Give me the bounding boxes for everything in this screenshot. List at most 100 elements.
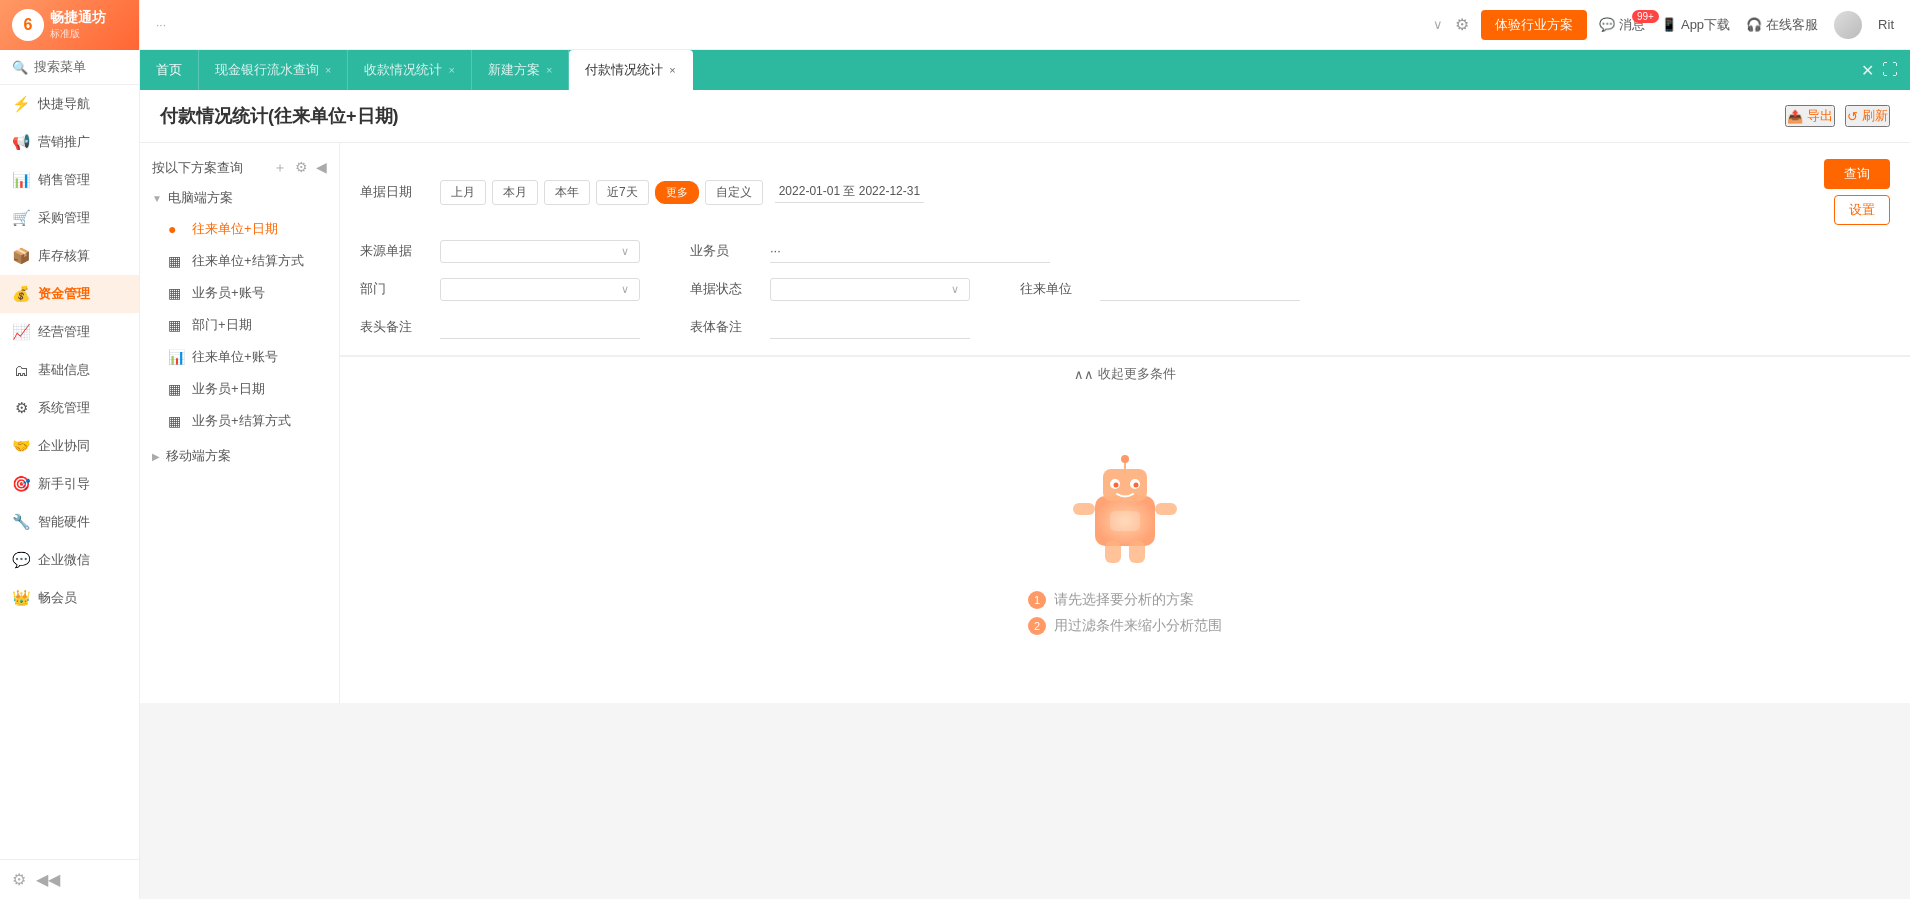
svg-rect-10: [1105, 541, 1121, 563]
page-header-actions: 📤 导出 ↺ 刷新: [1785, 105, 1890, 127]
panel-add-btn[interactable]: ＋: [273, 159, 287, 177]
doc-status-select[interactable]: ∨: [770, 278, 970, 301]
purchase-icon: 🛒: [12, 209, 30, 227]
tab-close-all-icon[interactable]: ✕: [1861, 61, 1874, 80]
user-avatar: [1834, 11, 1862, 39]
query-btn[interactable]: 查询: [1824, 159, 1890, 189]
plan-icon: ▦: [168, 253, 184, 269]
sidebar-item-member[interactable]: 👑 畅会员: [0, 579, 139, 617]
left-panel: 按以下方案查询 ＋ ⚙ ◀ ▼ 电脑端方案 ● 往来单位+日期: [140, 143, 340, 703]
counterpart-input[interactable]: [1100, 277, 1300, 301]
date-btn-last-month[interactable]: 上月: [440, 180, 486, 205]
table-header-note-input[interactable]: [440, 315, 640, 339]
arrow-down-icon: ▼: [152, 193, 162, 204]
salesman-filter-label: 业务员: [690, 242, 750, 260]
operation-icon: 📈: [12, 323, 30, 341]
tab-payment-close[interactable]: ×: [669, 64, 675, 76]
sidebar-item-purchase[interactable]: 🛒 采购管理: [0, 199, 139, 237]
sidebar-item-label: 销售管理: [38, 171, 90, 189]
sidebar-item-basic[interactable]: 🗂 基础信息: [0, 351, 139, 389]
sidebar-item-enterprise[interactable]: 🤝 企业协同: [0, 427, 139, 465]
sidebar-item-quick-nav[interactable]: ⚡ 快捷导航: [0, 85, 139, 123]
main-content: ··· ∨ ⚙ 体验行业方案 💬 消息 99+ 📱 App下载 🎧 在线客服 R…: [140, 0, 1910, 899]
sidebar-item-marketing[interactable]: 📢 营销推广: [0, 123, 139, 161]
sidebar-item-hardware[interactable]: 🔧 智能硬件: [0, 503, 139, 541]
collapse-more-btn[interactable]: ∧∧ 收起更多条件: [1074, 365, 1176, 383]
settings-filter-btn[interactable]: 设置: [1834, 195, 1890, 225]
panel-group-mobile-title[interactable]: ▶ 移动端方案: [140, 441, 339, 471]
sidebar-search[interactable]: 🔍 搜索菜单: [0, 50, 139, 85]
trial-btn[interactable]: 体验行业方案: [1481, 10, 1587, 40]
panel-collapse-btn[interactable]: ◀: [316, 159, 327, 177]
tab-payment-stat[interactable]: 付款情况统计 ×: [569, 50, 692, 90]
sidebar-item-guide[interactable]: 🎯 新手引导: [0, 465, 139, 503]
tip-num-1: 1: [1028, 591, 1046, 609]
sidebar-item-finance[interactable]: 💰 资金管理: [0, 275, 139, 313]
refresh-btn[interactable]: ↺ 刷新: [1845, 105, 1890, 127]
filter-row-date: 单据日期 上月 本月 本年 近7天 更多 自定义 2022-01-01 至 20…: [360, 159, 1890, 225]
collapse-sidebar-icon[interactable]: ◀◀: [36, 870, 60, 889]
empty-tip-1: 1 请先选择要分析的方案: [1028, 591, 1222, 609]
sidebar-item-inventory[interactable]: 📦 库存核算: [0, 237, 139, 275]
panel-item-salesman-settlement[interactable]: ▦ 业务员+结算方式: [140, 405, 339, 437]
plan-icon: ▦: [168, 317, 184, 333]
empty-tips: 1 请先选择要分析的方案 2 用过滤条件来缩小分析范围: [1028, 591, 1222, 643]
tab-bank-flow-close[interactable]: ×: [325, 64, 331, 76]
panel-item-dept-date[interactable]: ▦ 部门+日期: [140, 309, 339, 341]
tab-home[interactable]: 首页: [140, 50, 199, 90]
tab-new-plan-close[interactable]: ×: [546, 64, 552, 76]
date-btn-custom[interactable]: 自定义: [705, 180, 763, 205]
dept-arrow: ∨: [621, 283, 629, 296]
chart-plan-icon: 📊: [168, 349, 184, 365]
active-plan-icon: ●: [168, 221, 184, 237]
panel-item-salesman-account[interactable]: ▦ 业务员+账号: [140, 277, 339, 309]
tab-new-plan[interactable]: 新建方案 ×: [472, 50, 569, 90]
dept-select[interactable]: ∨: [440, 278, 640, 301]
enterprise-icon: 🤝: [12, 437, 30, 455]
sidebar-item-label: 营销推广: [38, 133, 90, 151]
salesman-input[interactable]: [770, 239, 1050, 263]
date-btn-more[interactable]: 更多: [655, 181, 699, 204]
date-btn-7days[interactable]: 近7天: [596, 180, 649, 205]
panel-item-counterpart-date[interactable]: ● 往来单位+日期: [140, 213, 339, 245]
topbar-settings-icon[interactable]: ⚙: [1455, 15, 1469, 34]
tip-text-1: 请先选择要分析的方案: [1054, 591, 1194, 609]
topbar: ··· ∨ ⚙ 体验行业方案 💬 消息 99+ 📱 App下载 🎧 在线客服 R…: [140, 0, 1910, 50]
panel-item-counterpart-settlement[interactable]: ▦ 往来单位+结算方式: [140, 245, 339, 277]
date-btn-this-year[interactable]: 本年: [544, 180, 590, 205]
sidebar-item-wechat[interactable]: 💬 企业微信: [0, 541, 139, 579]
panel-group-pc-title[interactable]: ▼ 电脑端方案: [140, 183, 339, 213]
member-icon: 👑: [12, 589, 30, 607]
plan-icon: ▦: [168, 413, 184, 429]
settings-bottom-icon[interactable]: ⚙: [12, 870, 26, 889]
sales-icon: 📊: [12, 171, 30, 189]
panel-item-salesman-date[interactable]: ▦ 业务员+日期: [140, 373, 339, 405]
svg-point-4: [1114, 483, 1119, 488]
tab-collection-close[interactable]: ×: [448, 64, 454, 76]
service-btn[interactable]: 🎧 在线客服: [1746, 16, 1818, 34]
filter-row-notes: 表头备注 表体备注: [360, 315, 1890, 339]
source-doc-select[interactable]: ∨: [440, 240, 640, 263]
sidebar-item-system[interactable]: ⚙ 系统管理: [0, 389, 139, 427]
sidebar-search-label: 搜索菜单: [34, 58, 86, 76]
wechat-icon: 💬: [12, 551, 30, 569]
tab-new-plan-label: 新建方案: [488, 61, 540, 79]
panel-settings-btn[interactable]: ⚙: [295, 159, 308, 177]
table-body-note-input[interactable]: [770, 315, 970, 339]
sidebar-item-label: 智能硬件: [38, 513, 90, 531]
panel-item-counterpart-account[interactable]: 📊 往来单位+账号: [140, 341, 339, 373]
table-body-note-label: 表体备注: [690, 318, 750, 336]
sidebar-item-sales[interactable]: 📊 销售管理: [0, 161, 139, 199]
sidebar-item-operation[interactable]: 📈 经营管理: [0, 313, 139, 351]
tab-collection-stat[interactable]: 收款情况统计 ×: [348, 50, 471, 90]
date-btn-this-month[interactable]: 本月: [492, 180, 538, 205]
export-btn[interactable]: 📤 导出: [1785, 105, 1835, 127]
app-download-btn[interactable]: 📱 App下载: [1661, 16, 1730, 34]
tab-expand-icon[interactable]: ⛶: [1882, 61, 1898, 79]
message-btn[interactable]: 💬 消息 99+: [1599, 16, 1645, 34]
service-icon: 🎧: [1746, 17, 1762, 32]
tab-bank-flow[interactable]: 现金银行流水查询 ×: [199, 50, 348, 90]
svg-rect-11: [1129, 541, 1145, 563]
page-title: 付款情况统计(往来单位+日期): [160, 104, 399, 128]
quick-nav-icon: ⚡: [12, 95, 30, 113]
